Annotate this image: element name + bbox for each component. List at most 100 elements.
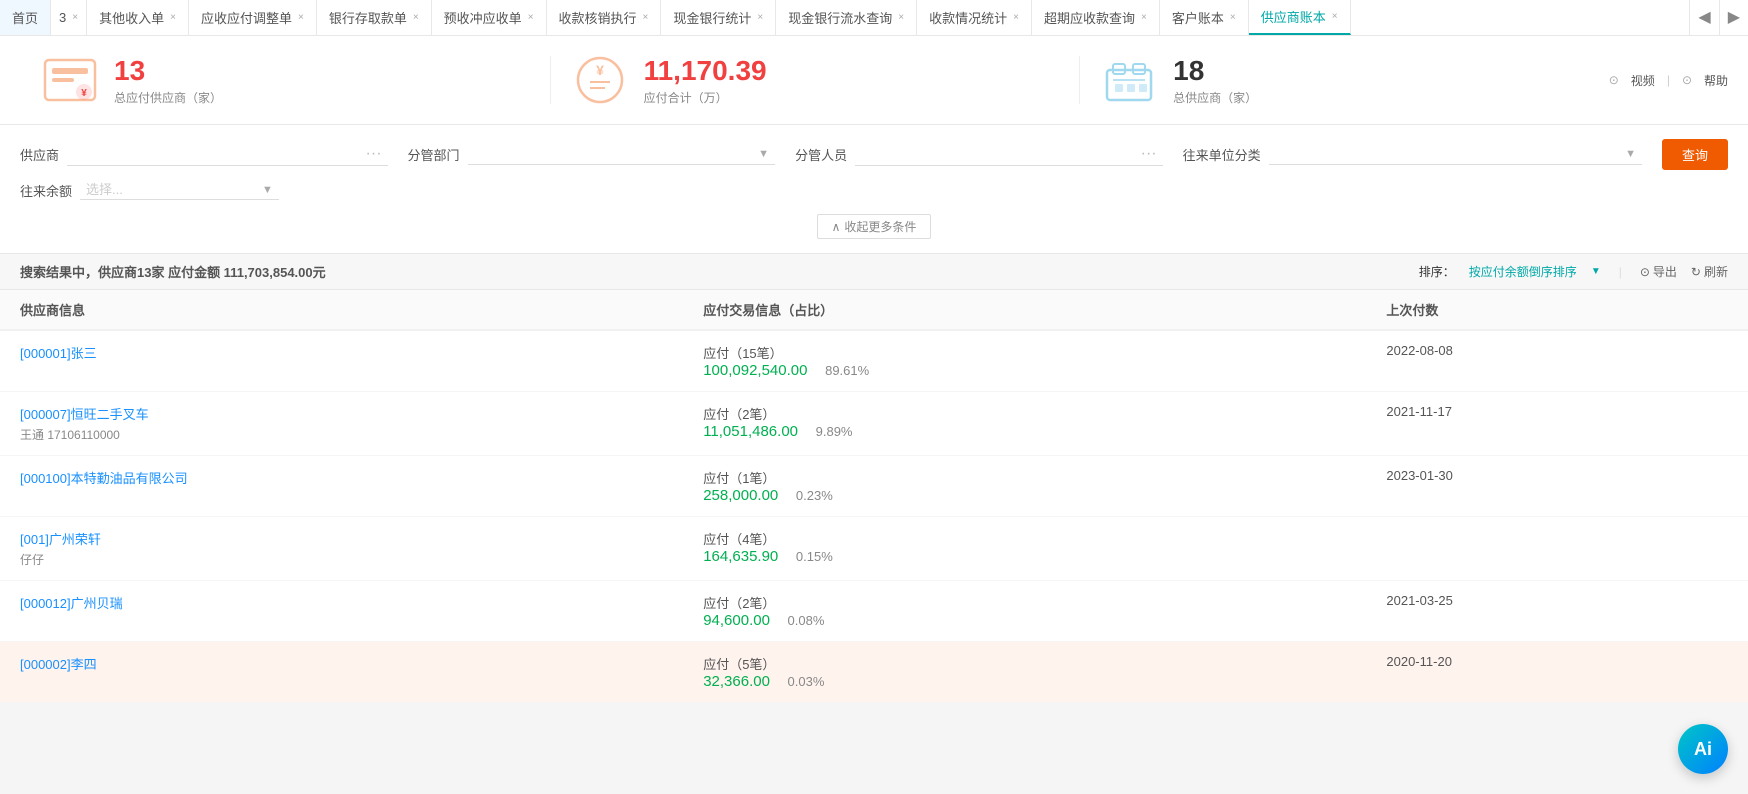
person-dots[interactable]: ··· <box>1141 145 1157 163</box>
tx-info-3: 应付（4笔） 164,635.90 0.15% <box>703 529 1386 565</box>
nav-tab-overdue-close[interactable]: × <box>1141 12 1147 23</box>
supplier-code-5: [000002] <box>20 657 71 672</box>
supplier-link-4[interactable]: [000012]广州贝瑞 <box>20 596 123 611</box>
tx-amount-5[interactable]: 32,366.00 <box>703 673 770 690</box>
supplier-link-2[interactable]: [000100]本特勤油品有限公司 <box>20 471 188 486</box>
result-info: 搜索结果中，供应商13家 应付金额 111,703,854.00元 <box>20 262 326 281</box>
supplier-code-0: [000001] <box>20 346 71 361</box>
supplier-link-5[interactable]: [000002]李四 <box>20 657 97 672</box>
sort-chevron-icon[interactable]: ▼ <box>1591 266 1601 277</box>
tx-amount-row-5: 32,366.00 0.03% <box>703 673 1386 690</box>
stat-text-payable-total: 11,170.39 应付合计（万） <box>644 54 767 107</box>
supplier-link-0[interactable]: [000001]张三 <box>20 346 97 361</box>
tx-info-4: 应付（2笔） 94,600.00 0.08% <box>703 593 1386 629</box>
tx-amount-row-1: 11,051,486.00 9.89% <box>703 423 1386 440</box>
nav-tab-collection-close[interactable]: × <box>643 12 649 23</box>
nav-tab-cash-flow-close[interactable]: × <box>898 12 904 23</box>
tx-label-5: 应付（5笔） <box>703 654 1386 673</box>
nav-tab-cash-flow[interactable]: 现金银行流水查询 × <box>776 0 917 35</box>
nav-tab-3-close[interactable]: × <box>72 12 78 23</box>
nav-tab-prepay[interactable]: 预收冲应收单 × <box>432 0 547 35</box>
nav-tab-overdue[interactable]: 超期应收款查询 × <box>1032 0 1160 35</box>
nav-tab-ar-adjust-close[interactable]: × <box>298 12 304 23</box>
nav-tab-bank-deposit-close[interactable]: × <box>413 12 419 23</box>
help-link[interactable]: 帮助 <box>1704 72 1728 89</box>
export-button[interactable]: ⊙ 导出 <box>1640 263 1677 280</box>
dept-input[interactable] <box>474 147 759 162</box>
nav-tab-customer-label: 客户账本 <box>1172 8 1224 27</box>
tx-amount-3[interactable]: 164,635.90 <box>703 548 778 565</box>
last-pay-2: 2023-01-30 <box>1386 468 1728 483</box>
last-pay-1: 2021-11-17 <box>1386 404 1728 419</box>
category-input[interactable] <box>1275 147 1626 162</box>
nav-tab-collection[interactable]: 收款核销执行 × <box>547 0 662 35</box>
collapse-button[interactable]: ∧ 收起更多条件 <box>20 210 1728 243</box>
supplier-name-3: 广州荣轩 <box>49 532 101 547</box>
tx-amount-2[interactable]: 258,000.00 <box>703 487 778 504</box>
nav-tab-other-income[interactable]: 其他收入单 × <box>87 0 189 35</box>
nav-tab-cash-stats-close[interactable]: × <box>757 12 763 23</box>
balance-chevron-icon[interactable]: ▼ <box>262 184 273 196</box>
nav-tab-home[interactable]: 首页 <box>0 0 51 35</box>
nav-tab-collection-stats-close[interactable]: × <box>1013 12 1019 23</box>
refresh-button[interactable]: ↻ 刷新 <box>1691 263 1728 280</box>
nav-arrow-left[interactable]: ◀ <box>1689 0 1718 36</box>
tx-info-1: 应付（2笔） 11,051,486.00 9.89% <box>703 404 1386 440</box>
supplier-name-2: 本特勤油品有限公司 <box>71 471 188 486</box>
table-header: 供应商信息 应付交易信息（占比） 上次付数 <box>0 290 1748 331</box>
person-input[interactable] <box>861 147 1137 162</box>
supplier-label: 供应商 <box>20 145 59 164</box>
tx-amount-row-2: 258,000.00 0.23% <box>703 487 1386 504</box>
stat-text-payable-suppliers: 13 总应付供应商（家） <box>114 54 222 107</box>
nav-arrow-right[interactable]: ▶ <box>1719 0 1748 36</box>
total-suppliers-number: 18 <box>1173 54 1257 88</box>
supplier-link-3[interactable]: [001]广州荣轩 <box>20 532 101 547</box>
supplier-dots[interactable]: ··· <box>366 145 382 163</box>
supplier-info-2: [000100]本特勤油品有限公司 <box>20 468 703 487</box>
nav-tab-other-income-close[interactable]: × <box>170 12 176 23</box>
nav-tab-bank-deposit[interactable]: 银行存取款单 × <box>317 0 432 35</box>
nav-tab-customer[interactable]: 客户账本 × <box>1160 0 1249 35</box>
nav-tab-prepay-close[interactable]: × <box>528 12 534 23</box>
payable-suppliers-label: 总应付供应商（家） <box>114 89 222 106</box>
balance-input[interactable] <box>86 182 262 197</box>
filter-person: 分管人员 ··· <box>795 143 1163 166</box>
nav-tab-cash-stats-label: 现金银行统计 <box>673 8 751 27</box>
query-button[interactable]: 查询 <box>1662 139 1728 170</box>
filter-row-2: 往来余额 ▼ <box>20 180 1728 200</box>
last-pay-5: 2020-11-20 <box>1386 654 1728 669</box>
last-pay-0: 2022-08-08 <box>1386 343 1728 358</box>
nav-tab-cash-stats[interactable]: 现金银行统计 × <box>661 0 776 35</box>
stat-block-total-suppliers: 18 总供应商（家） <box>1079 50 1609 110</box>
nav-tab-supplier-close[interactable]: × <box>1332 11 1338 22</box>
supplier-info-4: [000012]广州贝瑞 <box>20 593 703 612</box>
nav-tab-3[interactable]: 3 × <box>51 0 87 35</box>
ai-assistant-button[interactable]: Ai <box>1678 724 1728 774</box>
sort-value[interactable]: 按应付余额倒序排序 <box>1469 263 1577 280</box>
dept-chevron-icon[interactable]: ▼ <box>758 148 769 160</box>
supplier-link-1[interactable]: [000007]恒旺二手叉车 <box>20 407 149 422</box>
stat-block-payable-suppliers: ¥ 13 总应付供应商（家） <box>20 50 550 110</box>
nav-tab-ar-adjust[interactable]: 应收应付调整单 × <box>189 0 317 35</box>
nav-tab-supplier[interactable]: 供应商账本 × <box>1249 0 1351 35</box>
tx-amount-0[interactable]: 100,092,540.00 <box>703 362 807 379</box>
video-link[interactable]: 视频 <box>1631 72 1655 89</box>
category-chevron-icon[interactable]: ▼ <box>1625 148 1636 160</box>
tx-amount-4[interactable]: 94,600.00 <box>703 612 770 629</box>
nav-tab-customer-close[interactable]: × <box>1230 12 1236 23</box>
supplier-name-0: 张三 <box>71 346 97 361</box>
payable-total-icon: ¥ <box>570 50 630 110</box>
category-select-wrap: ▼ <box>1269 145 1642 165</box>
supplier-name-5: 李四 <box>71 657 97 672</box>
table-row: [000100]本特勤油品有限公司 应付（1笔） 258,000.00 0.23… <box>0 456 1748 517</box>
payable-suppliers-icon: ¥ <box>40 50 100 110</box>
supplier-input[interactable] <box>73 147 362 162</box>
tx-percent-3: 0.15% <box>796 549 833 564</box>
tx-amount-1[interactable]: 11,051,486.00 <box>703 423 798 440</box>
nav-tab-collection-stats[interactable]: 收款情况统计 × <box>917 0 1032 35</box>
refresh-label: 刷新 <box>1704 263 1728 280</box>
tx-label-1: 应付（2笔） <box>703 404 1386 423</box>
dept-label: 分管部门 <box>408 145 460 164</box>
export-label: 导出 <box>1653 263 1677 280</box>
filter-area: 供应商 ··· 分管部门 ▼ 分管人员 ··· 往来单位分类 <box>0 125 1748 254</box>
